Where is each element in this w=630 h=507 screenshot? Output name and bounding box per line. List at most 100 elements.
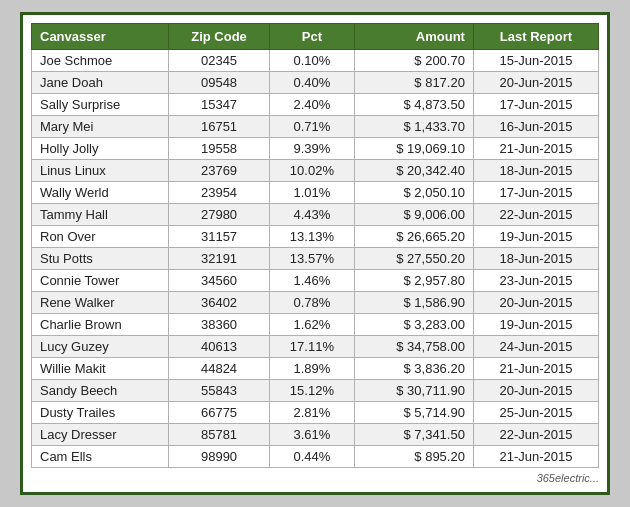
cell-canvasser: Lacy Dresser — [32, 424, 169, 446]
cell-pct: 9.39% — [269, 138, 354, 160]
cell-last-report: 18-Jun-2015 — [473, 248, 598, 270]
cell-zip: 27980 — [169, 204, 270, 226]
cell-zip: 23769 — [169, 160, 270, 182]
table-row: Charlie Brown383601.62%$ 3,283.0019-Jun-… — [32, 314, 599, 336]
cell-canvasser: Holly Jolly — [32, 138, 169, 160]
cell-pct: 1.62% — [269, 314, 354, 336]
cell-last-report: 24-Jun-2015 — [473, 336, 598, 358]
cell-pct: 1.46% — [269, 270, 354, 292]
cell-amount: $ 19,069.10 — [354, 138, 473, 160]
cell-canvasser: Tammy Hall — [32, 204, 169, 226]
table-row: Linus Linux2376910.02%$ 20,342.4018-Jun-… — [32, 160, 599, 182]
cell-canvasser: Sandy Beech — [32, 380, 169, 402]
cell-amount: $ 4,873.50 — [354, 94, 473, 116]
main-container: Canvasser Zip Code Pct Amount Last Repor… — [20, 12, 610, 495]
cell-canvasser: Dusty Trailes — [32, 402, 169, 424]
cell-last-report: 15-Jun-2015 — [473, 50, 598, 72]
cell-pct: 0.71% — [269, 116, 354, 138]
cell-zip: 36402 — [169, 292, 270, 314]
cell-last-report: 18-Jun-2015 — [473, 160, 598, 182]
cell-canvasser: Ron Over — [32, 226, 169, 248]
footer-watermark: 365electric... — [31, 468, 599, 484]
cell-canvasser: Stu Potts — [32, 248, 169, 270]
cell-amount: $ 26,665.20 — [354, 226, 473, 248]
table-header-row: Canvasser Zip Code Pct Amount Last Repor… — [32, 24, 599, 50]
cell-pct: 0.78% — [269, 292, 354, 314]
cell-amount: $ 30,711.90 — [354, 380, 473, 402]
canvasser-table: Canvasser Zip Code Pct Amount Last Repor… — [31, 23, 599, 468]
cell-last-report: 19-Jun-2015 — [473, 314, 598, 336]
cell-pct: 2.81% — [269, 402, 354, 424]
header-last-report: Last Report — [473, 24, 598, 50]
table-row: Cam Ells989900.44%$ 895.2021-Jun-2015 — [32, 446, 599, 468]
cell-last-report: 20-Jun-2015 — [473, 380, 598, 402]
header-pct: Pct — [269, 24, 354, 50]
cell-last-report: 22-Jun-2015 — [473, 424, 598, 446]
cell-canvasser: Charlie Brown — [32, 314, 169, 336]
cell-pct: 10.02% — [269, 160, 354, 182]
cell-zip: 09548 — [169, 72, 270, 94]
cell-pct: 0.40% — [269, 72, 354, 94]
cell-amount: $ 9,006.00 — [354, 204, 473, 226]
cell-pct: 1.89% — [269, 358, 354, 380]
cell-amount: $ 1,433.70 — [354, 116, 473, 138]
cell-pct: 1.01% — [269, 182, 354, 204]
table-row: Joe Schmoe023450.10%$ 200.7015-Jun-2015 — [32, 50, 599, 72]
table-row: Rene Walker364020.78%$ 1,586.9020-Jun-20… — [32, 292, 599, 314]
cell-amount: $ 27,550.20 — [354, 248, 473, 270]
cell-zip: 85781 — [169, 424, 270, 446]
table-row: Dusty Trailes667752.81%$ 5,714.9025-Jun-… — [32, 402, 599, 424]
cell-canvasser: Rene Walker — [32, 292, 169, 314]
cell-pct: 4.43% — [269, 204, 354, 226]
cell-zip: 38360 — [169, 314, 270, 336]
cell-zip: 55843 — [169, 380, 270, 402]
cell-zip: 31157 — [169, 226, 270, 248]
cell-pct: 0.44% — [269, 446, 354, 468]
table-row: Jane Doah095480.40%$ 817.2020-Jun-2015 — [32, 72, 599, 94]
cell-zip: 32191 — [169, 248, 270, 270]
cell-amount: $ 1,586.90 — [354, 292, 473, 314]
cell-pct: 17.11% — [269, 336, 354, 358]
cell-last-report: 17-Jun-2015 — [473, 182, 598, 204]
cell-pct: 0.10% — [269, 50, 354, 72]
cell-amount: $ 200.70 — [354, 50, 473, 72]
cell-amount: $ 817.20 — [354, 72, 473, 94]
cell-canvasser: Connie Tower — [32, 270, 169, 292]
table-row: Willie Makit448241.89%$ 3,836.2021-Jun-2… — [32, 358, 599, 380]
table-row: Lacy Dresser857813.61%$ 7,341.5022-Jun-2… — [32, 424, 599, 446]
cell-canvasser: Lucy Guzey — [32, 336, 169, 358]
cell-zip: 66775 — [169, 402, 270, 424]
cell-last-report: 20-Jun-2015 — [473, 72, 598, 94]
cell-last-report: 19-Jun-2015 — [473, 226, 598, 248]
header-zip: Zip Code — [169, 24, 270, 50]
cell-canvasser: Sally Surprise — [32, 94, 169, 116]
table-row: Holly Jolly195589.39%$ 19,069.1021-Jun-2… — [32, 138, 599, 160]
cell-last-report: 22-Jun-2015 — [473, 204, 598, 226]
cell-last-report: 17-Jun-2015 — [473, 94, 598, 116]
cell-pct: 13.13% — [269, 226, 354, 248]
cell-pct: 15.12% — [269, 380, 354, 402]
table-row: Lucy Guzey4061317.11%$ 34,758.0024-Jun-2… — [32, 336, 599, 358]
cell-zip: 19558 — [169, 138, 270, 160]
header-canvasser: Canvasser — [32, 24, 169, 50]
cell-amount: $ 20,342.40 — [354, 160, 473, 182]
cell-last-report: 21-Jun-2015 — [473, 138, 598, 160]
cell-amount: $ 7,341.50 — [354, 424, 473, 446]
cell-last-report: 16-Jun-2015 — [473, 116, 598, 138]
table-row: Connie Tower345601.46%$ 2,957.8023-Jun-2… — [32, 270, 599, 292]
cell-last-report: 20-Jun-2015 — [473, 292, 598, 314]
cell-zip: 44824 — [169, 358, 270, 380]
cell-amount: $ 3,836.20 — [354, 358, 473, 380]
cell-zip: 02345 — [169, 50, 270, 72]
cell-canvasser: Mary Mei — [32, 116, 169, 138]
cell-canvasser: Cam Ells — [32, 446, 169, 468]
table-row: Ron Over3115713.13%$ 26,665.2019-Jun-201… — [32, 226, 599, 248]
cell-canvasser: Linus Linux — [32, 160, 169, 182]
table-row: Stu Potts3219113.57%$ 27,550.2018-Jun-20… — [32, 248, 599, 270]
cell-canvasser: Wally Werld — [32, 182, 169, 204]
cell-zip: 23954 — [169, 182, 270, 204]
cell-amount: $ 34,758.00 — [354, 336, 473, 358]
cell-amount: $ 3,283.00 — [354, 314, 473, 336]
cell-pct: 13.57% — [269, 248, 354, 270]
cell-canvasser: Joe Schmoe — [32, 50, 169, 72]
